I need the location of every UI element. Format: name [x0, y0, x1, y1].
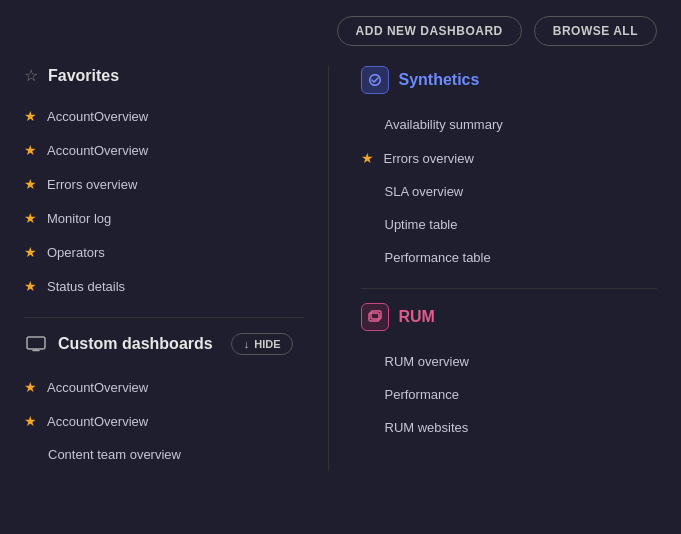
list-item[interactable]: RUM websites: [361, 411, 658, 444]
rum-title: RUM: [399, 308, 435, 326]
list-item[interactable]: SLA overview: [361, 175, 658, 208]
synthetics-section-header: Synthetics: [361, 66, 658, 94]
svg-rect-0: [27, 337, 45, 349]
item-label: AccountOverview: [47, 109, 148, 124]
item-label: Uptime table: [385, 217, 458, 232]
item-label: AccountOverview: [47, 143, 148, 158]
star-icon: ★: [24, 142, 37, 158]
item-label: Errors overview: [47, 177, 137, 192]
list-item[interactable]: Performance: [361, 378, 658, 411]
synthetics-title: Synthetics: [399, 71, 480, 89]
hide-label: HIDE: [254, 338, 280, 350]
favorites-star-icon: ☆: [24, 66, 38, 85]
item-label: Availability summary: [385, 117, 503, 132]
main-grid: ☆ Favorites ★ AccountOverview ★ AccountO…: [24, 66, 657, 471]
list-item[interactable]: ★ Errors overview: [24, 167, 304, 201]
item-label: Operators: [47, 245, 105, 260]
star-icon: ★: [24, 379, 37, 395]
list-item[interactable]: RUM overview: [361, 345, 658, 378]
right-column: Synthetics Availability summary ★ Errors…: [353, 66, 658, 471]
rum-section-header: RUM: [361, 303, 658, 331]
star-icon: ★: [24, 278, 37, 294]
item-label: RUM websites: [385, 420, 469, 435]
star-icon: ★: [24, 176, 37, 192]
hide-arrow-icon: ↓: [244, 338, 250, 350]
item-label: AccountOverview: [47, 414, 148, 429]
custom-dashboards-header: Custom dashboards ↓ HIDE: [24, 332, 304, 356]
list-item[interactable]: Performance table: [361, 241, 658, 274]
rum-list: RUM overview Performance RUM websites: [361, 345, 658, 444]
list-item[interactable]: ★ Operators: [24, 235, 304, 269]
favorites-title: Favorites: [48, 67, 119, 85]
list-item[interactable]: ★ AccountOverview: [24, 99, 304, 133]
custom-dashboards-title: Custom dashboards: [58, 335, 213, 353]
dashboard-panel: ADD NEW DASHBOARD BROWSE ALL ☆ Favorites…: [0, 0, 681, 534]
item-label: Monitor log: [47, 211, 111, 226]
hide-button[interactable]: ↓ HIDE: [231, 333, 294, 355]
custom-dashboards-list: ★ AccountOverview ★ AccountOverview Cont…: [24, 370, 304, 471]
divider: [361, 288, 658, 289]
list-item[interactable]: ★ AccountOverview: [24, 133, 304, 167]
favorites-list: ★ AccountOverview ★ AccountOverview ★ Er…: [24, 99, 304, 303]
list-item[interactable]: ★ AccountOverview: [24, 404, 304, 438]
item-label: Content team overview: [48, 447, 181, 462]
item-label: Performance: [385, 387, 459, 402]
star-icon: ★: [24, 210, 37, 226]
star-icon: ★: [24, 413, 37, 429]
item-label: RUM overview: [385, 354, 470, 369]
left-column: ☆ Favorites ★ AccountOverview ★ AccountO…: [24, 66, 329, 471]
divider: [24, 317, 304, 318]
list-item[interactable]: ★ Errors overview: [361, 141, 658, 175]
list-item[interactable]: ★ Monitor log: [24, 201, 304, 235]
list-item[interactable]: Availability summary: [361, 108, 658, 141]
synthetics-icon-badge: [361, 66, 389, 94]
star-icon: ★: [24, 108, 37, 124]
monitor-icon: [24, 332, 48, 356]
star-icon: ★: [24, 244, 37, 260]
add-dashboard-button[interactable]: ADD NEW DASHBOARD: [337, 16, 522, 46]
item-label: Performance table: [385, 250, 491, 265]
item-label: Errors overview: [384, 151, 474, 166]
list-item[interactable]: Content team overview: [24, 438, 304, 471]
browse-all-button[interactable]: BROWSE ALL: [534, 16, 657, 46]
favorites-section-header: ☆ Favorites: [24, 66, 304, 85]
header-actions: ADD NEW DASHBOARD BROWSE ALL: [24, 16, 657, 46]
item-label: Status details: [47, 279, 125, 294]
synthetics-list: Availability summary ★ Errors overview S…: [361, 108, 658, 274]
list-item[interactable]: ★ Status details: [24, 269, 304, 303]
list-item[interactable]: Uptime table: [361, 208, 658, 241]
item-label: SLA overview: [385, 184, 464, 199]
star-icon: ★: [361, 150, 374, 166]
item-label: AccountOverview: [47, 380, 148, 395]
list-item[interactable]: ★ AccountOverview: [24, 370, 304, 404]
rum-icon-badge: [361, 303, 389, 331]
